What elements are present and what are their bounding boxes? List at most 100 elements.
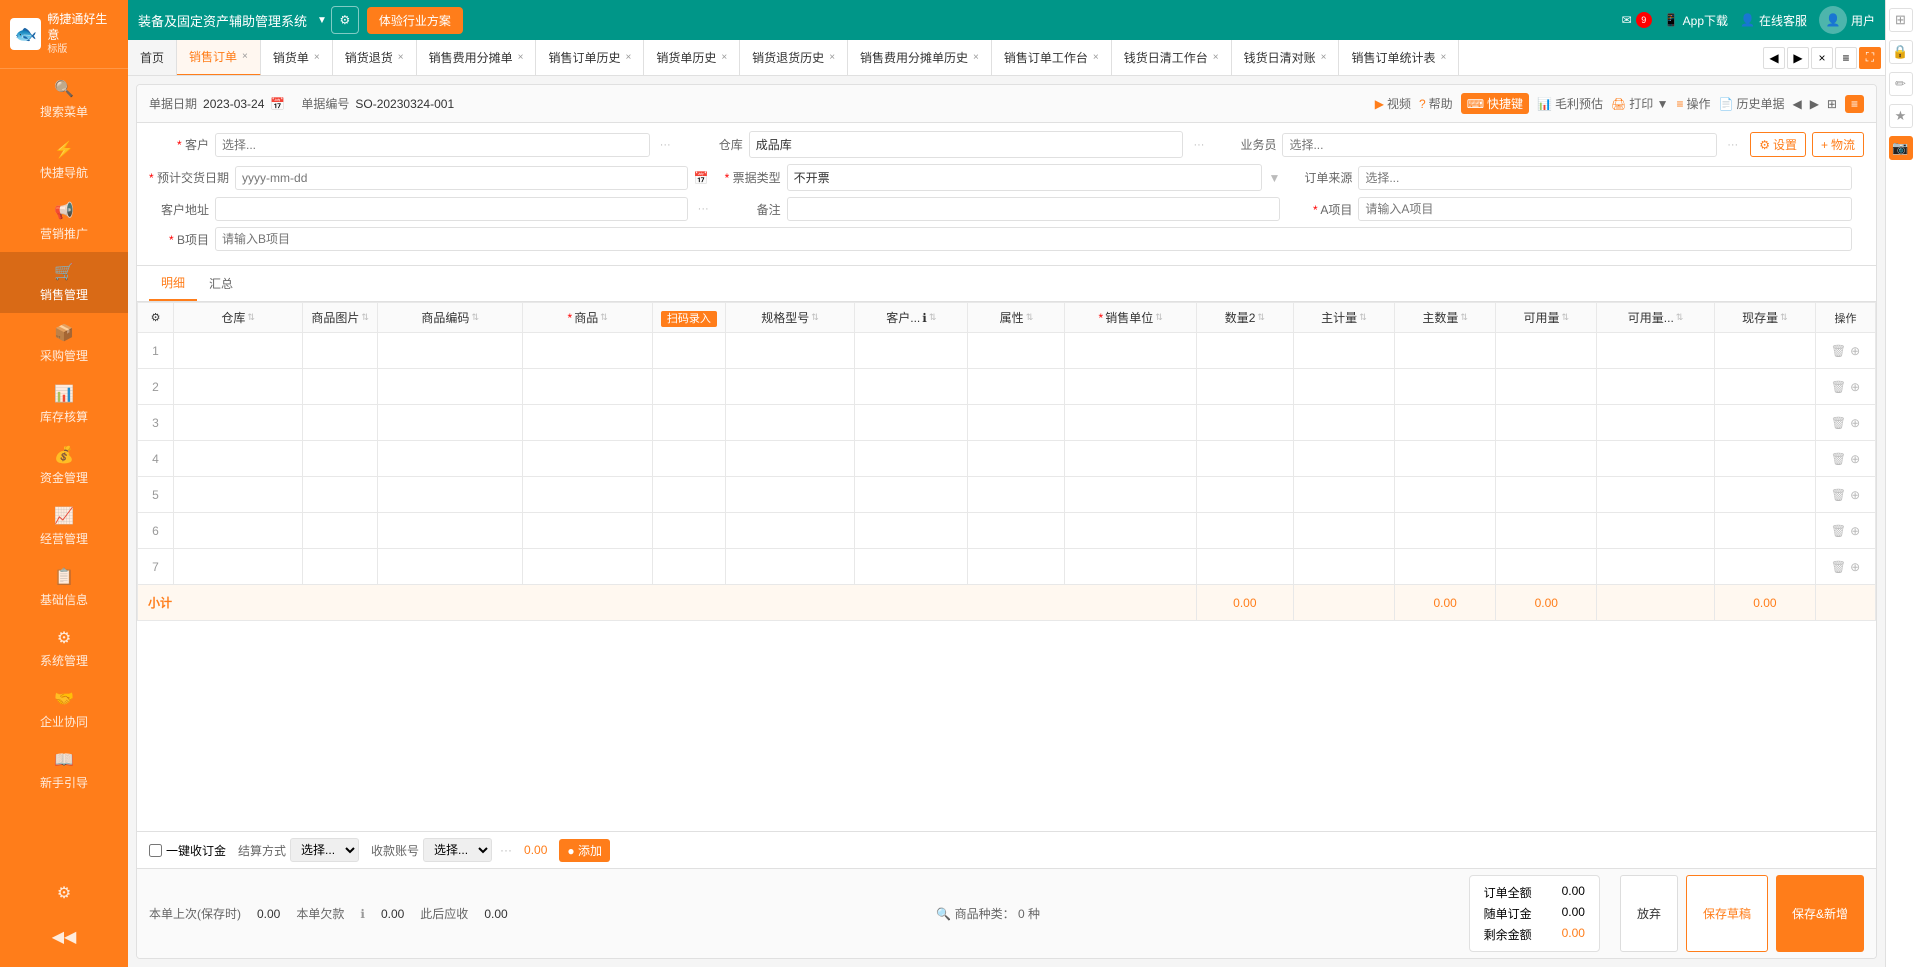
row-7-spec[interactable] bbox=[725, 549, 854, 585]
video-btn[interactable]: ▶视频 bbox=[1375, 95, 1411, 112]
row-1-avail[interactable] bbox=[1496, 333, 1597, 369]
row-2-customer-code[interactable] bbox=[855, 369, 968, 405]
history-doc-btn[interactable]: 📄历史单据 bbox=[1718, 95, 1784, 112]
row-1-product[interactable] bbox=[523, 333, 652, 369]
tab-daily-workbench-close[interactable]: × bbox=[1213, 52, 1219, 63]
th-customer-code[interactable]: 客户...ℹ⇅ bbox=[855, 303, 968, 333]
tab-daily-workbench[interactable]: 钱货日清工作台 × bbox=[1112, 40, 1232, 76]
row-5-customer-code[interactable] bbox=[855, 477, 968, 513]
sidebar-item-marketing[interactable]: 📢 营销推广 bbox=[0, 191, 128, 252]
tab-sales-doc[interactable]: 销货单 × bbox=[261, 40, 333, 76]
row-4-copy-btn[interactable]: ⊕ bbox=[1850, 452, 1860, 466]
tab-return-history[interactable]: 销货退货历史 × bbox=[740, 40, 848, 76]
tab-sales-return[interactable]: 销货退货 × bbox=[333, 40, 417, 76]
shortcut-btn[interactable]: ⌨快捷键 bbox=[1461, 93, 1529, 114]
row-1-spec[interactable] bbox=[725, 333, 854, 369]
row-1-warehouse[interactable] bbox=[174, 333, 303, 369]
row-6-main-unit[interactable] bbox=[1293, 513, 1394, 549]
rs-star-icon[interactable]: ★ bbox=[1889, 104, 1913, 128]
gear-button[interactable]: ⚙ bbox=[331, 6, 359, 34]
row-4-stock[interactable] bbox=[1714, 441, 1815, 477]
row-5-avail[interactable] bbox=[1496, 477, 1597, 513]
row-1-unit[interactable] bbox=[1065, 333, 1196, 369]
row-3-copy-btn[interactable]: ⊕ bbox=[1850, 416, 1860, 430]
tab-daily-reconcile-close[interactable]: × bbox=[1321, 52, 1327, 63]
tab-more-btn[interactable]: ≡ bbox=[1835, 47, 1857, 69]
invoice-type-value[interactable]: 不开票 bbox=[787, 164, 1263, 191]
row-1-copy-btn[interactable]: ⊕ bbox=[1850, 344, 1860, 358]
row-1-main-qty[interactable] bbox=[1395, 333, 1496, 369]
tab-expand-btn[interactable]: ⛶ bbox=[1859, 47, 1881, 69]
row-1-main-unit[interactable] bbox=[1293, 333, 1394, 369]
save-new-button[interactable]: 保存&新增 bbox=[1776, 875, 1864, 952]
th-product-code[interactable]: 商品编码⇅ bbox=[377, 303, 523, 333]
row-3-main-unit[interactable] bbox=[1293, 405, 1394, 441]
row-4-product-code[interactable] bbox=[377, 441, 523, 477]
row-3-main-qty[interactable] bbox=[1395, 405, 1496, 441]
scan-btn[interactable]: 扫码录入 bbox=[661, 311, 717, 327]
row-3-warehouse[interactable] bbox=[174, 405, 303, 441]
row-6-qty2[interactable] bbox=[1196, 513, 1293, 549]
a-project-input[interactable] bbox=[1358, 197, 1852, 221]
address-more[interactable]: ··· bbox=[698, 203, 709, 215]
th-main-unit[interactable]: 主计量⇅ bbox=[1293, 303, 1394, 333]
warehouse-value[interactable]: 成品库 bbox=[749, 131, 1184, 158]
message-icon-area[interactable]: ✉ 9 bbox=[1622, 12, 1652, 28]
th-avail[interactable]: 可用量⇅ bbox=[1496, 303, 1597, 333]
sidebar-item-finance[interactable]: 💰 资金管理 bbox=[0, 435, 128, 496]
discard-button[interactable]: 放弃 bbox=[1620, 875, 1678, 952]
row-1-customer-code[interactable] bbox=[855, 333, 968, 369]
tab-order-workbench-close[interactable]: × bbox=[1093, 52, 1099, 63]
sidebar-item-sales[interactable]: 🛒 销售管理 bbox=[0, 252, 128, 313]
th-warehouse[interactable]: 仓库⇅ bbox=[174, 303, 303, 333]
row-4-spec[interactable] bbox=[725, 441, 854, 477]
row-6-avail2[interactable] bbox=[1597, 513, 1714, 549]
row-7-product-code[interactable] bbox=[377, 549, 523, 585]
delivery-date-calendar-icon[interactable]: 📅 bbox=[694, 171, 709, 185]
rs-grid-icon[interactable]: ⊞ bbox=[1889, 8, 1913, 32]
row-6-avail[interactable] bbox=[1496, 513, 1597, 549]
row-2-delete-btn[interactable]: 🗑 bbox=[1831, 380, 1846, 394]
row-2-stock[interactable] bbox=[1714, 369, 1815, 405]
row-3-avail2[interactable] bbox=[1597, 405, 1714, 441]
tab-sales-expense-close[interactable]: × bbox=[518, 52, 524, 63]
row-4-avail[interactable] bbox=[1496, 441, 1597, 477]
row-6-product[interactable] bbox=[523, 513, 652, 549]
calendar-icon[interactable]: 📅 bbox=[270, 97, 285, 111]
tab-expense-history-close[interactable]: × bbox=[973, 52, 979, 63]
row-6-copy-btn[interactable]: ⊕ bbox=[1850, 524, 1860, 538]
system-dropdown-arrow[interactable]: ▼ bbox=[317, 15, 327, 26]
row-6-spec[interactable] bbox=[725, 513, 854, 549]
row-7-copy-btn[interactable]: ⊕ bbox=[1850, 560, 1860, 574]
row-6-stock[interactable] bbox=[1714, 513, 1815, 549]
row-3-product[interactable] bbox=[523, 405, 652, 441]
row-1-delete-btn[interactable]: 🗑 bbox=[1831, 344, 1846, 358]
add-footer-btn[interactable]: ● 添加 bbox=[559, 839, 610, 862]
account-select[interactable]: 选择... bbox=[423, 838, 492, 862]
user-avatar[interactable]: 👤 用户 bbox=[1819, 6, 1875, 34]
row-4-warehouse[interactable] bbox=[174, 441, 303, 477]
tab-sales-order-history-close[interactable]: × bbox=[625, 52, 631, 63]
profit-forecast-btn[interactable]: 📊毛利预估 bbox=[1537, 95, 1603, 112]
row-2-attr[interactable] bbox=[968, 369, 1065, 405]
tab-sales-doc-history-close[interactable]: × bbox=[721, 52, 727, 63]
tab-close-btn[interactable]: × bbox=[1811, 47, 1833, 69]
tab-sales-doc-history[interactable]: 销货单历史 × bbox=[644, 40, 740, 76]
row-6-main-qty[interactable] bbox=[1395, 513, 1496, 549]
settings-action-btn[interactable]: ⚙ 设置 bbox=[1750, 132, 1806, 157]
row-2-unit[interactable] bbox=[1065, 369, 1196, 405]
row-5-qty2[interactable] bbox=[1196, 477, 1293, 513]
row-6-warehouse[interactable] bbox=[174, 513, 303, 549]
row-4-customer-code[interactable] bbox=[855, 441, 968, 477]
row-5-product-code[interactable] bbox=[377, 477, 523, 513]
row-1-product-code[interactable] bbox=[377, 333, 523, 369]
tab-sales-order[interactable]: 销售订单 × bbox=[177, 40, 261, 76]
row-2-product[interactable] bbox=[523, 369, 652, 405]
row-7-avail2[interactable] bbox=[1597, 549, 1714, 585]
remark-input[interactable] bbox=[787, 197, 1281, 221]
rs-lock-icon[interactable]: 🔒 bbox=[1889, 40, 1913, 64]
row-7-avail[interactable] bbox=[1496, 549, 1597, 585]
row-6-unit[interactable] bbox=[1065, 513, 1196, 549]
row-5-delete-btn[interactable]: 🗑 bbox=[1831, 488, 1846, 502]
tab-sales-order-close[interactable]: × bbox=[242, 51, 248, 62]
